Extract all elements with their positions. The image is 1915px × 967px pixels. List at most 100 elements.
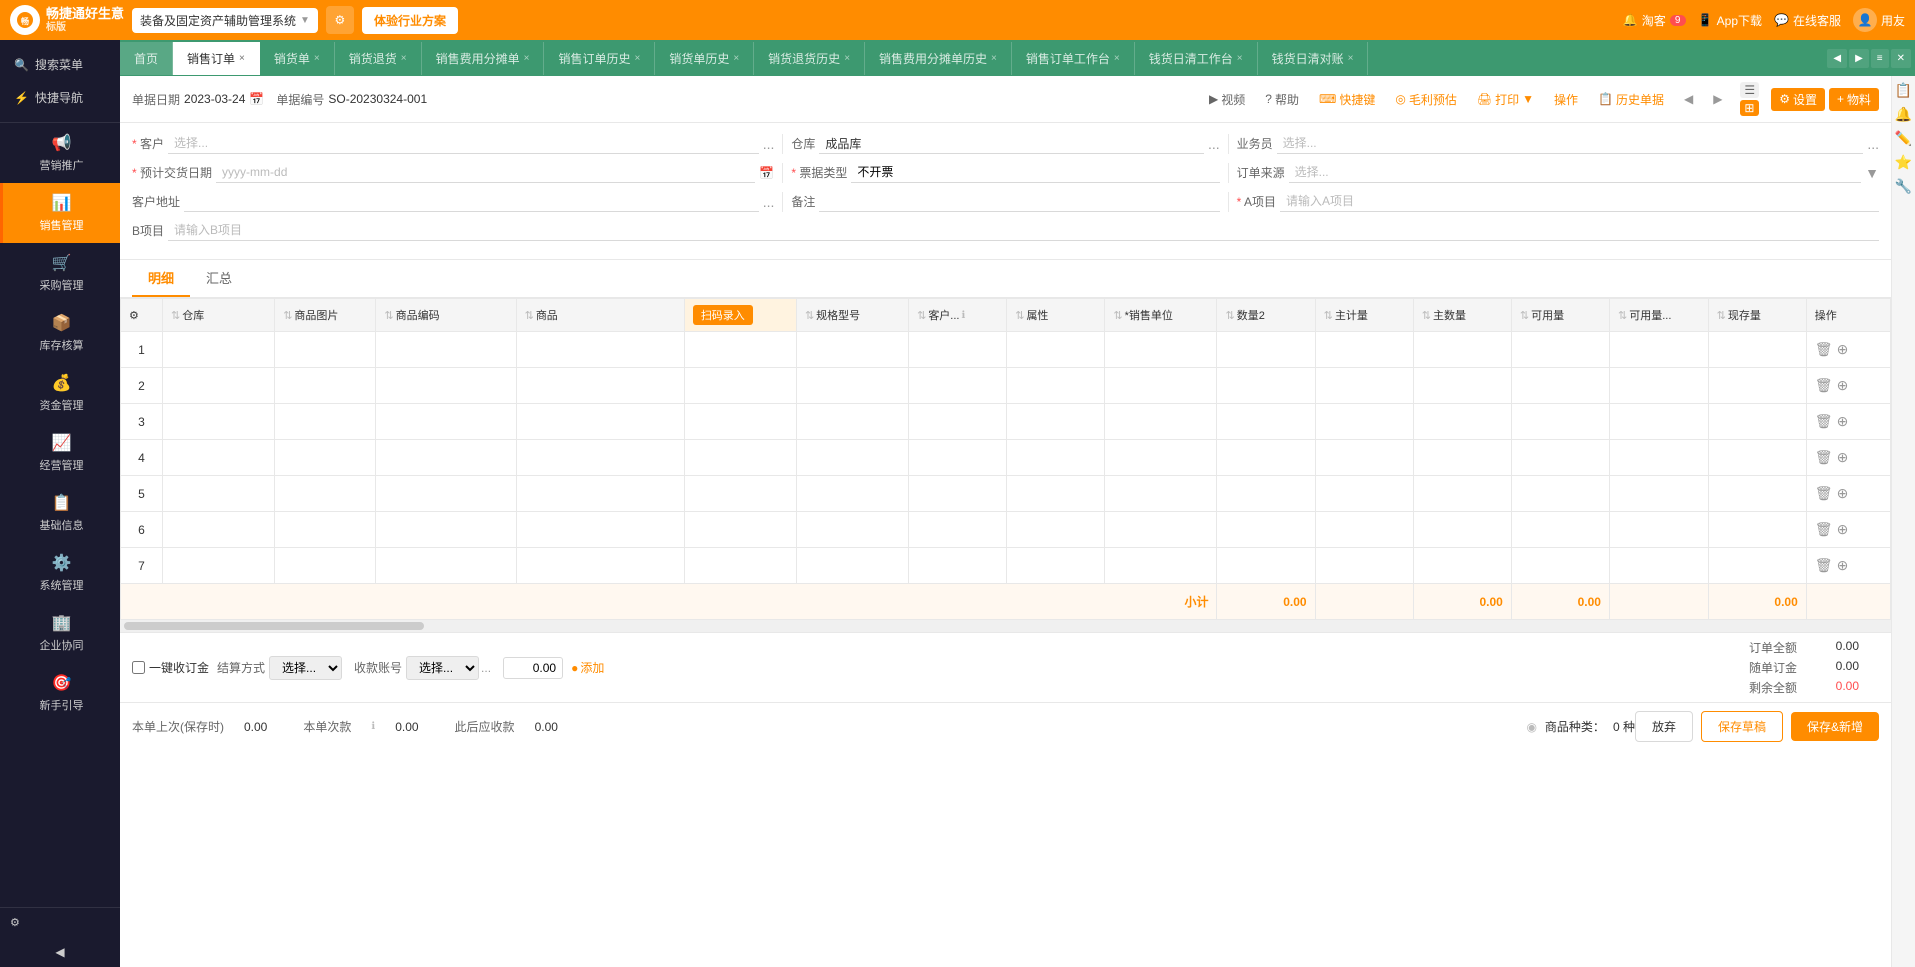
row-customer-code[interactable] (909, 332, 1007, 368)
tab-order-workbench[interactable]: 销售订单工作台 × (1012, 42, 1135, 75)
row-property[interactable] (1007, 440, 1105, 476)
sidebar-item-quicknav[interactable]: ⚡ 快捷导航 (8, 81, 112, 114)
row-available2[interactable] (1609, 368, 1708, 404)
row-qty2[interactable] (1217, 368, 1315, 404)
delete-icon[interactable]: 🗑 (1815, 449, 1833, 466)
row-spec[interactable] (796, 404, 908, 440)
row-main-qty[interactable] (1413, 476, 1511, 512)
app-download-item[interactable]: 📱 App下载 (1698, 12, 1762, 29)
sidebar-item-system[interactable]: ⚙️ 系统管理 (0, 543, 120, 603)
tab-detail[interactable]: 明细 (132, 260, 190, 297)
help-btn[interactable]: ? 帮助 (1259, 88, 1305, 111)
tab-close-icon[interactable]: × (1237, 53, 1243, 64)
th-code[interactable]: ⇅商品编码 (376, 299, 516, 332)
b-project-input[interactable] (168, 220, 1879, 241)
row-scan[interactable] (684, 512, 796, 548)
row-customer-code[interactable] (909, 440, 1007, 476)
th-product[interactable]: ⇅商品 (516, 299, 684, 332)
tab-sales-return[interactable]: 销货单 × (260, 42, 335, 75)
user-item[interactable]: 👤 用友 (1853, 8, 1905, 32)
row-image[interactable] (275, 404, 376, 440)
row-warehouse[interactable] (163, 512, 275, 548)
tab-list-btn[interactable]: ≡ (1871, 49, 1889, 68)
row-spec[interactable] (796, 440, 908, 476)
invoice-type-select[interactable]: 不开票 (851, 162, 1219, 183)
next-record-btn[interactable]: ▶ (1707, 89, 1728, 109)
copy-icon[interactable]: ⊕ (1837, 377, 1849, 394)
th-settings[interactable]: ⚙ (121, 299, 163, 332)
form-view-btn[interactable]: ⊞ (1740, 100, 1759, 116)
row-image[interactable] (275, 368, 376, 404)
row-scan[interactable] (684, 440, 796, 476)
row-image[interactable] (275, 512, 376, 548)
row-qty2[interactable] (1217, 512, 1315, 548)
row-main-unit[interactable] (1315, 512, 1413, 548)
a-project-input[interactable] (1280, 191, 1879, 212)
row-product[interactable] (516, 476, 684, 512)
list-view-btn[interactable]: ☰ (1740, 82, 1759, 98)
shortcut-btn[interactable]: ⌨ 快捷键 (1313, 88, 1381, 111)
row-main-unit[interactable] (1315, 440, 1413, 476)
copy-icon[interactable]: ⊕ (1837, 449, 1849, 466)
calendar-icon[interactable]: 📅 (249, 92, 264, 106)
row-unit[interactable] (1105, 548, 1217, 584)
delete-icon[interactable]: 🗑 (1815, 341, 1833, 358)
row-spec[interactable] (796, 476, 908, 512)
th-unit[interactable]: ⇅*销售单位 (1105, 299, 1217, 332)
customer-input[interactable] (168, 133, 759, 154)
row-property[interactable] (1007, 476, 1105, 512)
sidebar-item-operations[interactable]: 📈 经营管理 (0, 423, 120, 483)
panel-icon-tool[interactable]: 🔧 (1894, 176, 1914, 196)
row-warehouse[interactable] (163, 404, 275, 440)
row-product[interactable] (516, 512, 684, 548)
sidebar-collapse-btn[interactable]: ◀ (0, 937, 120, 967)
prev-record-btn[interactable]: ◀ (1678, 89, 1699, 109)
row-customer-code[interactable] (909, 476, 1007, 512)
remarks-input[interactable] (819, 191, 1219, 212)
tab-sales-order[interactable]: 销售订单 × (173, 42, 260, 75)
row-stock[interactable] (1708, 368, 1806, 404)
row-unit[interactable] (1105, 512, 1217, 548)
row-image[interactable] (275, 440, 376, 476)
tab-sales-refund[interactable]: 销货退货 × (335, 42, 422, 75)
tab-close-icon[interactable]: × (314, 53, 320, 64)
row-spec[interactable] (796, 512, 908, 548)
row-property[interactable] (1007, 368, 1105, 404)
row-product[interactable] (516, 368, 684, 404)
row-stock[interactable] (1708, 404, 1806, 440)
tab-cash-workbench[interactable]: 钱货日清工作台 × (1135, 42, 1258, 75)
customer-more-icon[interactable]: ... (763, 136, 775, 152)
delete-icon[interactable]: 🗑 (1815, 485, 1833, 502)
row-main-unit[interactable] (1315, 404, 1413, 440)
row-property[interactable] (1007, 404, 1105, 440)
order-source-more-icon[interactable]: ▼ (1865, 165, 1879, 181)
row-code[interactable] (376, 548, 516, 584)
row-stock[interactable] (1708, 476, 1806, 512)
row-customer-code[interactable] (909, 512, 1007, 548)
system-settings-btn[interactable]: ⚙ (326, 6, 354, 34)
tab-next-btn[interactable]: ▶ (1849, 49, 1869, 68)
row-warehouse[interactable] (163, 332, 275, 368)
row-code[interactable] (376, 476, 516, 512)
row-warehouse[interactable] (163, 548, 275, 584)
row-available[interactable] (1511, 404, 1609, 440)
sidebar-item-guide[interactable]: 🎯 新手引导 (0, 663, 120, 723)
calendar-icon[interactable]: 📅 (759, 166, 774, 180)
row-main-qty[interactable] (1413, 404, 1511, 440)
th-qty2[interactable]: ⇅数量2 (1217, 299, 1315, 332)
row-scan[interactable] (684, 332, 796, 368)
row-main-unit[interactable] (1315, 332, 1413, 368)
delete-icon[interactable]: 🗑 (1815, 377, 1833, 394)
row-product[interactable] (516, 404, 684, 440)
scan-btn[interactable]: 扫码录入 (693, 305, 753, 325)
row-unit[interactable] (1105, 368, 1217, 404)
row-image[interactable] (275, 476, 376, 512)
delete-icon[interactable]: 🗑 (1815, 521, 1833, 538)
bank-account-select[interactable]: 选择... (406, 656, 479, 680)
copy-icon[interactable]: ⊕ (1837, 413, 1849, 430)
row-code[interactable] (376, 440, 516, 476)
row-warehouse[interactable] (163, 368, 275, 404)
sidebar-item-marketing[interactable]: 📢 营销推广 (0, 123, 120, 183)
tab-close-icon[interactable]: × (1348, 53, 1354, 64)
scroll-thumb[interactable] (124, 622, 424, 630)
